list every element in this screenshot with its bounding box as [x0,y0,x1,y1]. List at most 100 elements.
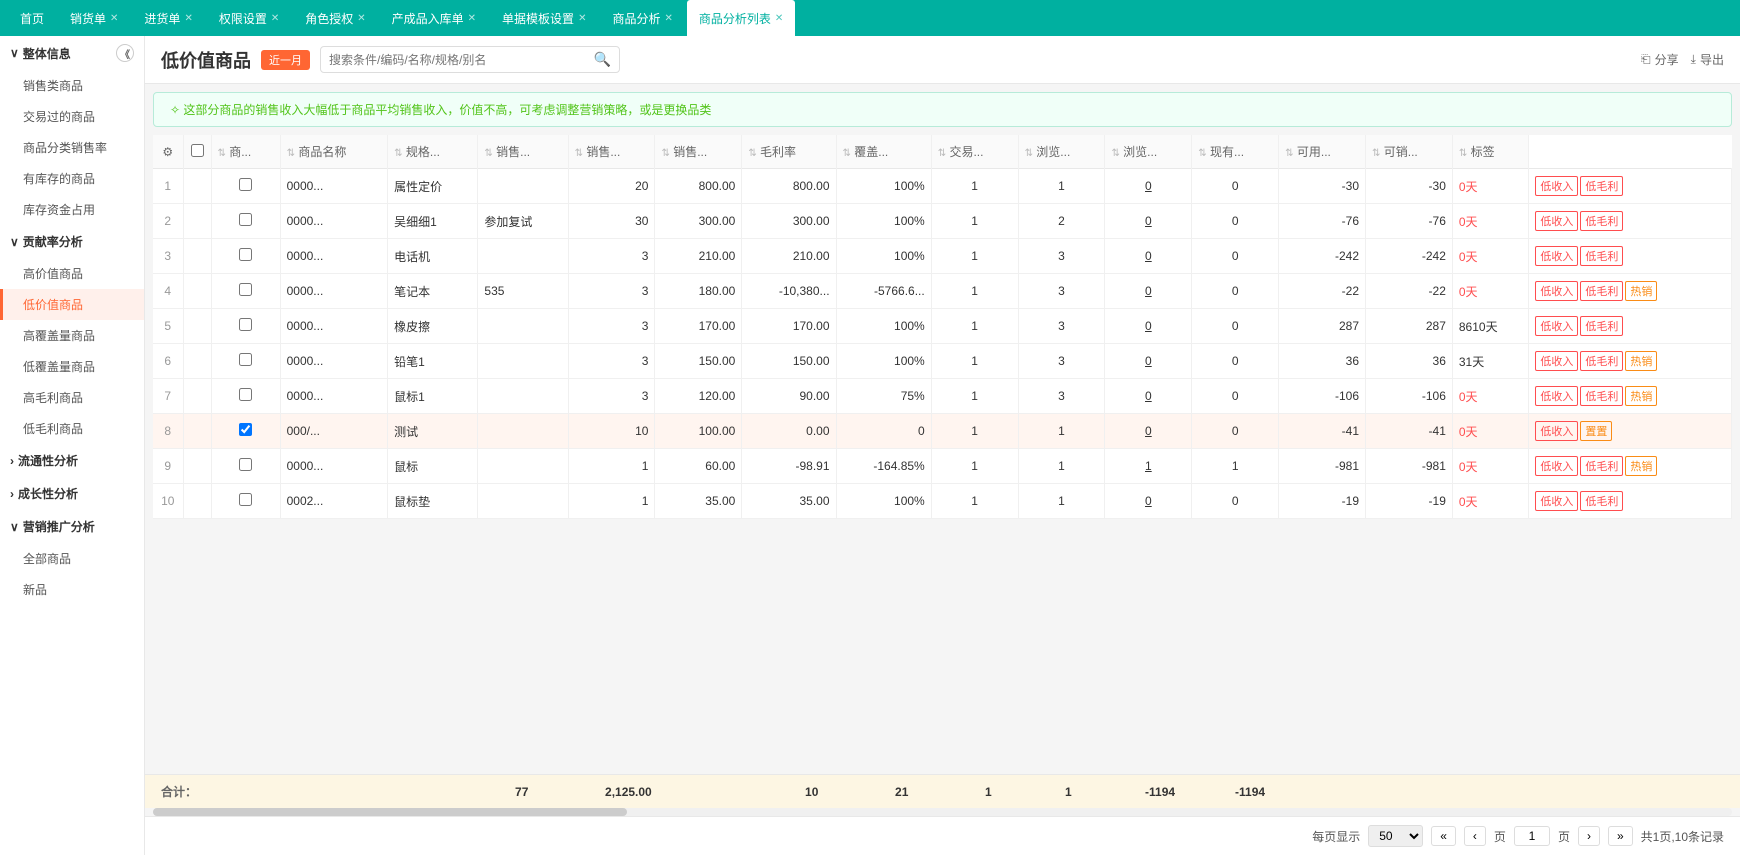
nav-role-auth[interactable]: 角色授权 ✕ [293,0,377,36]
th-sale-price: ⇅ 销售... [568,135,655,169]
cell-browse1[interactable]: 0 [1105,344,1192,379]
nav-product-inbound[interactable]: 产成品入库单 ✕ [380,0,488,36]
sidebar-item-all-products[interactable]: 全部商品 [0,543,144,574]
cell-gross-margin: 75% [836,379,931,414]
export-button[interactable]: ⤓ 导出 [1691,51,1724,68]
select-all-checkbox[interactable] [191,144,204,157]
nav-sales-order[interactable]: 销货单 ✕ [58,0,130,36]
nav-template-settings[interactable]: 单据模板设置 ✕ [490,0,598,36]
cell-checkbox[interactable] [211,379,280,414]
row-checkbox[interactable] [239,388,252,401]
cell-checkbox[interactable] [211,449,280,484]
close-icon[interactable]: ✕ [357,13,365,24]
sidebar-item-high-coverage[interactable]: 高覆盖量商品 [0,320,144,351]
nav-permissions[interactable]: 权限设置 ✕ [207,0,291,36]
sidebar-item-sales-products[interactable]: 销售类商品 [0,70,144,101]
sidebar-item-category-sales-rate[interactable]: 商品分类销售率 [0,132,144,163]
collapse-button[interactable]: 《 [116,44,134,62]
nav-product-analysis[interactable]: 商品分析 ✕ [600,0,684,36]
cell-browse1[interactable]: 0 [1105,239,1192,274]
sidebar-group-growth[interactable]: › 成长性分析 [0,477,144,510]
sidebar-group-flow[interactable]: › 流通性分析 [0,444,144,477]
sidebar-item-low-coverage[interactable]: 低覆盖量商品 [0,351,144,382]
cell-browse1[interactable]: 0 [1105,484,1192,519]
chevron-right-icon: › [10,487,14,501]
next-page-button[interactable]: › [1578,826,1600,846]
th-coverage: ⇅ 覆盖... [836,135,931,169]
row-checkbox[interactable] [239,213,252,226]
table-row: 9 0000... 鼠标 1 60.00 -98.91 -164.85% 1 1… [153,449,1732,484]
row-checkbox[interactable] [239,353,252,366]
sidebar-group-overall[interactable]: ∨ 整体信息 《 [0,36,144,70]
cell-checkbox[interactable] [211,309,280,344]
row-checkbox[interactable] [239,458,252,471]
sidebar-item-new-products[interactable]: 新品 [0,574,144,605]
cell-gross-margin: 100% [836,204,931,239]
sidebar-item-stock-capital[interactable]: 库存资金占用 [0,194,144,225]
nav-product-analysis-list[interactable]: 商品分析列表 ✕ [687,0,795,36]
cell-browse1[interactable]: 0 [1105,414,1192,449]
sidebar-item-high-value[interactable]: 高价值商品 [0,258,144,289]
cell-checkbox[interactable] [211,274,280,309]
cell-checkbox[interactable] [211,344,280,379]
cell-days: 0天 [1452,414,1528,449]
cell-checkbox[interactable] [211,239,280,274]
close-icon[interactable]: ✕ [664,13,672,24]
sidebar-group-marketing[interactable]: ∨ 营销推广分析 [0,510,144,543]
th-checkbox[interactable] [183,135,211,169]
cell-checkbox[interactable] [211,414,280,449]
cell-browse1[interactable]: 0 [1105,379,1192,414]
search-icon[interactable]: 🔍 [594,51,611,68]
cell-checkbox[interactable] [211,204,280,239]
scroll-thumb[interactable] [153,808,627,816]
row-checkbox[interactable] [239,178,252,191]
product-table: ⚙ ⇅ 商... ⇅ 商品名称 ⇅ 规格... ⇅ 销售... ⇅ 销售... … [153,135,1732,519]
cell-gear [183,344,211,379]
table-wrapper[interactable]: ⚙ ⇅ 商... ⇅ 商品名称 ⇅ 规格... ⇅ 销售... ⇅ 销售... … [145,135,1740,774]
close-icon[interactable]: ✕ [110,13,118,24]
sidebar-item-low-margin[interactable]: 低毛利商品 [0,413,144,444]
last-page-button[interactable]: » [1608,826,1633,846]
row-checkbox[interactable] [239,423,252,436]
cell-browse2: 0 [1192,379,1279,414]
page-number-input[interactable] [1514,826,1550,846]
row-checkbox[interactable] [239,283,252,296]
cell-name: 笔记本 [388,274,478,309]
th-gear[interactable]: ⚙ [153,135,183,169]
footer-available: -1194 [1235,785,1305,799]
sidebar-item-traded-products[interactable]: 交易过的商品 [0,101,144,132]
row-checkbox[interactable] [239,248,252,261]
cell-days: 0天 [1452,204,1528,239]
per-page-select[interactable]: 50 100 [1368,825,1423,847]
sidebar-item-high-margin[interactable]: 高毛利商品 [0,382,144,413]
cell-browse1[interactable]: 0 [1105,309,1192,344]
horizontal-scrollbar[interactable] [153,808,1732,816]
nav-home[interactable]: 首页 [8,0,56,36]
close-icon[interactable]: ✕ [271,13,279,24]
sidebar-item-stock-products[interactable]: 有库存的商品 [0,163,144,194]
prev-page-button[interactable]: ‹ [1464,826,1486,846]
cell-browse1[interactable]: 0 [1105,274,1192,309]
cell-name: 属性定价 [388,169,478,204]
close-icon[interactable]: ✕ [468,13,476,24]
date-filter-tag[interactable]: 近一月 [261,50,310,70]
first-page-button[interactable]: « [1431,826,1456,846]
cell-browse1[interactable]: 0 [1105,169,1192,204]
close-icon[interactable]: ✕ [184,13,192,24]
search-box[interactable]: 🔍 [320,46,620,73]
cell-browse1[interactable]: 1 [1105,449,1192,484]
cell-browse1[interactable]: 0 [1105,204,1192,239]
cell-row-num: 1 [153,169,183,204]
close-icon[interactable]: ✕ [775,13,783,24]
nav-purchase-order[interactable]: 进货单 ✕ [132,0,204,36]
close-icon[interactable]: ✕ [578,13,586,24]
sidebar-item-low-value[interactable]: 低价值商品 [0,289,144,320]
sidebar-group-contribution[interactable]: ∨ 贡献率分析 [0,225,144,258]
row-checkbox[interactable] [239,318,252,331]
row-checkbox[interactable] [239,493,252,506]
cell-checkbox[interactable] [211,484,280,519]
cell-checkbox[interactable] [211,169,280,204]
cell-code: 000/... [280,414,388,449]
share-button[interactable]: ⎗ 分享 [1641,51,1679,68]
search-input[interactable] [329,53,590,67]
